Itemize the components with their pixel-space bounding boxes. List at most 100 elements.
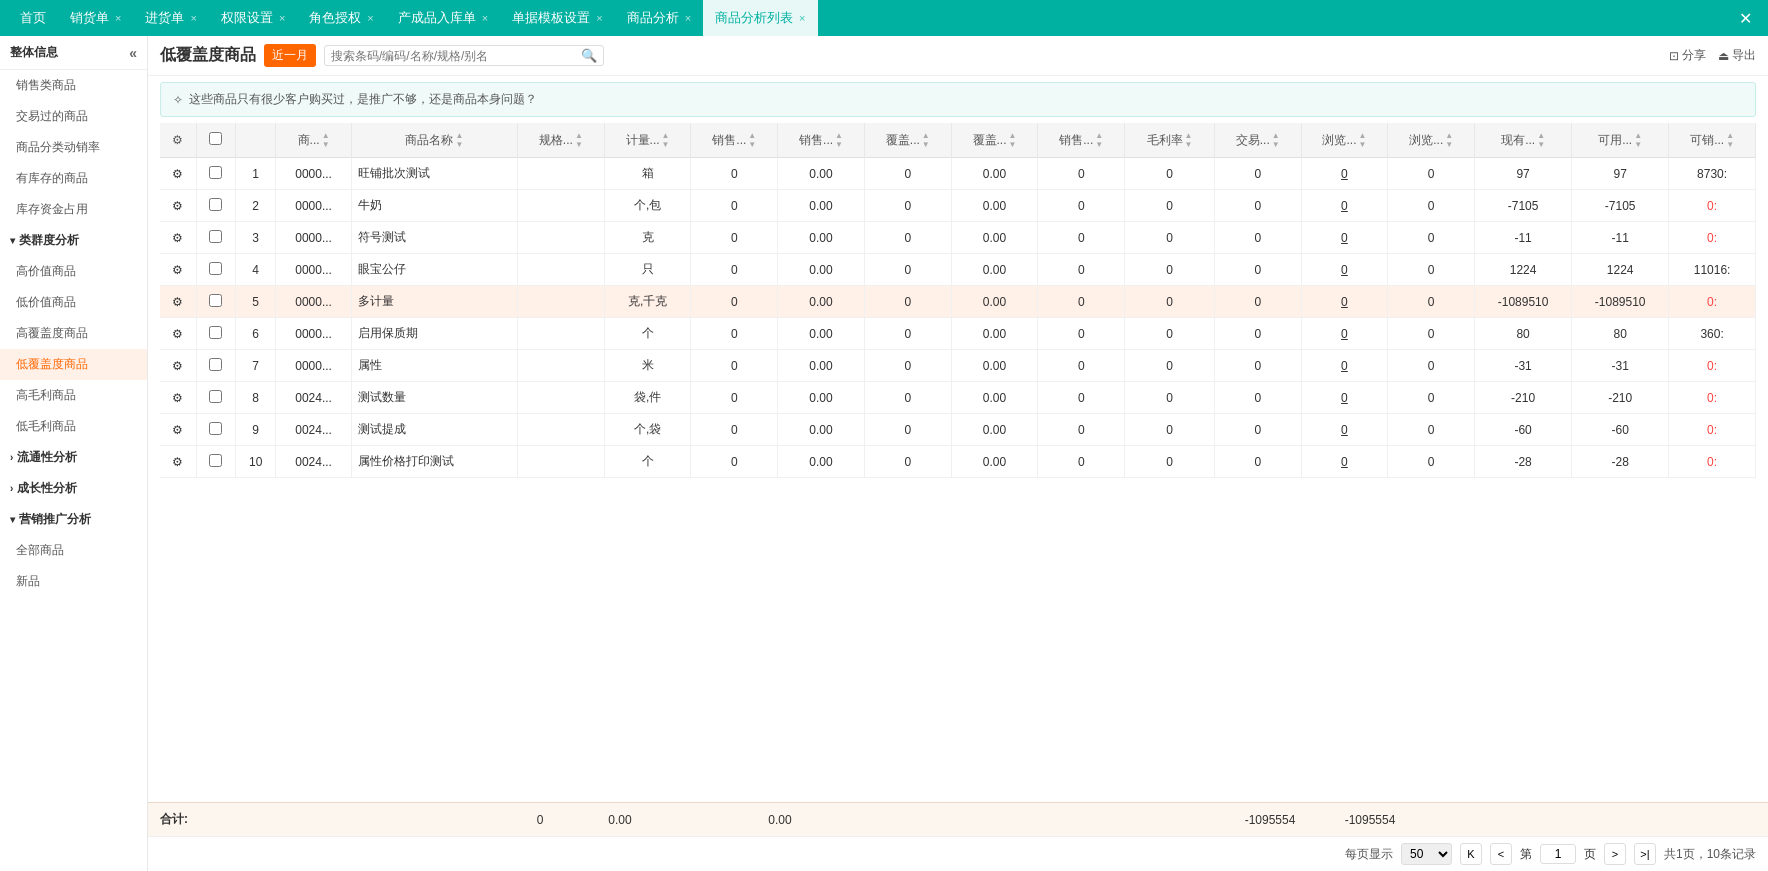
row-browse1[interactable]: 0 <box>1301 382 1388 414</box>
row-browse1[interactable]: 0 <box>1301 222 1388 254</box>
col-saleable-header[interactable]: 可销...▲▼ <box>1669 123 1756 158</box>
sidebar-item-new-goods[interactable]: 新品 <box>0 566 147 597</box>
row-name[interactable]: 符号测试 <box>351 222 517 254</box>
col-browse1-header[interactable]: 浏览...▲▼ <box>1301 123 1388 158</box>
col-settings[interactable]: ⚙ <box>160 123 196 158</box>
sidebar-item-traded-goods[interactable]: 交易过的商品 <box>0 101 147 132</box>
page-input[interactable] <box>1540 844 1576 864</box>
row-settings[interactable]: ⚙ <box>160 318 196 350</box>
row-checkbox[interactable] <box>196 286 236 318</box>
row-browse1[interactable]: 0 <box>1301 446 1388 478</box>
row-name[interactable]: 启用保质期 <box>351 318 517 350</box>
row-settings[interactable]: ⚙ <box>160 222 196 254</box>
nav-close-purchase[interactable]: × <box>190 0 196 36</box>
sidebar-item-high-coverage[interactable]: 高覆盖度商品 <box>0 318 147 349</box>
row-settings[interactable]: ⚙ <box>160 350 196 382</box>
sidebar-item-goods-category-rate[interactable]: 商品分类动销率 <box>0 132 147 163</box>
row-settings[interactable]: ⚙ <box>160 446 196 478</box>
nav-close-sales[interactable]: × <box>115 0 121 36</box>
row-browse1[interactable]: 0 <box>1301 318 1388 350</box>
sidebar-item-low-profit[interactable]: 低毛利商品 <box>0 411 147 442</box>
row-checkbox[interactable] <box>196 222 236 254</box>
nav-tab-role[interactable]: 角色授权 × <box>297 0 385 36</box>
first-page-button[interactable]: K <box>1460 843 1482 865</box>
row-checkbox[interactable] <box>196 350 236 382</box>
row-settings[interactable]: ⚙ <box>160 382 196 414</box>
sidebar-collapse-button[interactable]: « <box>129 45 137 61</box>
export-button[interactable]: ⏏ 导出 <box>1718 47 1756 64</box>
col-sales-amt-header[interactable]: 销售...▲▼ <box>778 123 865 158</box>
col-available-header[interactable]: 可用...▲▼ <box>1572 123 1669 158</box>
row-checkbox[interactable] <box>196 254 236 286</box>
share-button[interactable]: ⊡ 分享 <box>1669 47 1706 64</box>
row-name[interactable]: 属性 <box>351 350 517 382</box>
nav-close-analysis[interactable]: × <box>685 0 691 36</box>
col-cov2-header[interactable]: 覆盖...▲▼ <box>951 123 1038 158</box>
sidebar-item-low-coverage[interactable]: 低覆盖度商品 <box>0 349 147 380</box>
sidebar-group-marketing[interactable]: ▾ 营销推广分析 <box>0 504 147 535</box>
row-name[interactable]: 眼宝公仔 <box>351 254 517 286</box>
sidebar-item-high-value[interactable]: 高价值商品 <box>0 256 147 287</box>
row-name[interactable]: 测试数量 <box>351 382 517 414</box>
col-gross-header[interactable]: 毛利率▲▼ <box>1125 123 1215 158</box>
col-current-header[interactable]: 现有...▲▼ <box>1475 123 1572 158</box>
row-browse1[interactable]: 0 <box>1301 158 1388 190</box>
row-checkbox[interactable] <box>196 158 236 190</box>
row-checkbox[interactable] <box>196 446 236 478</box>
page-size-select[interactable]: 50 20 100 <box>1401 843 1452 865</box>
nav-close-product-in[interactable]: × <box>482 0 488 36</box>
col-sales-n-header[interactable]: 销售...▲▼ <box>1038 123 1125 158</box>
col-sales-qty-header[interactable]: 销售...▲▼ <box>691 123 778 158</box>
window-close-button[interactable]: ✕ <box>1730 3 1760 33</box>
row-browse1[interactable]: 0 <box>1301 350 1388 382</box>
sidebar-group-coverage[interactable]: ▾ 类群度分析 <box>0 225 147 256</box>
row-browse1[interactable]: 0 <box>1301 286 1388 318</box>
col-cov1-header[interactable]: 覆盖...▲▼ <box>864 123 951 158</box>
row-browse1[interactable]: 0 <box>1301 254 1388 286</box>
sidebar-item-sales-goods[interactable]: 销售类商品 <box>0 70 147 101</box>
time-filter-button[interactable]: 近一月 <box>264 44 316 67</box>
sidebar-item-stock-capital[interactable]: 库存资金占用 <box>0 194 147 225</box>
search-input[interactable] <box>331 49 581 63</box>
sidebar-group-flow[interactable]: › 流通性分析 <box>0 442 147 473</box>
nav-close-permission[interactable]: × <box>279 0 285 36</box>
row-settings[interactable]: ⚙ <box>160 286 196 318</box>
nav-close-role[interactable]: × <box>367 0 373 36</box>
sidebar-item-has-stock[interactable]: 有库存的商品 <box>0 163 147 194</box>
row-settings[interactable]: ⚙ <box>160 414 196 446</box>
prev-page-button[interactable]: < <box>1490 843 1512 865</box>
col-name-header[interactable]: 商品名称▲▼ <box>351 123 517 158</box>
row-browse1[interactable]: 0 <box>1301 414 1388 446</box>
row-name[interactable]: 测试提成 <box>351 414 517 446</box>
select-all-checkbox[interactable] <box>209 132 222 145</box>
nav-tab-template[interactable]: 单据模板设置 × <box>500 0 614 36</box>
col-browse2-header[interactable]: 浏览...▲▼ <box>1388 123 1475 158</box>
col-code-header[interactable]: 商...▲▼ <box>276 123 352 158</box>
row-name[interactable]: 牛奶 <box>351 190 517 222</box>
row-name[interactable]: 多计量 <box>351 286 517 318</box>
next-page-button[interactable]: > <box>1604 843 1626 865</box>
sidebar-item-low-value[interactable]: 低价值商品 <box>0 287 147 318</box>
row-checkbox[interactable] <box>196 382 236 414</box>
nav-tab-sales[interactable]: 销货单 × <box>58 0 133 36</box>
col-trade-header[interactable]: 交易...▲▼ <box>1214 123 1301 158</box>
nav-tab-permission[interactable]: 权限设置 × <box>209 0 297 36</box>
row-checkbox[interactable] <box>196 318 236 350</box>
nav-tab-product-in[interactable]: 产成品入库单 × <box>386 0 500 36</box>
nav-tab-analysis[interactable]: 商品分析 × <box>615 0 703 36</box>
col-unit-header[interactable]: 计量...▲▼ <box>604 123 691 158</box>
sidebar-item-all-goods[interactable]: 全部商品 <box>0 535 147 566</box>
row-checkbox[interactable] <box>196 190 236 222</box>
nav-tab-purchase[interactable]: 进货单 × <box>133 0 208 36</box>
row-browse1[interactable]: 0 <box>1301 190 1388 222</box>
col-spec-header[interactable]: 规格...▲▼ <box>517 123 604 158</box>
nav-tab-analysis-list[interactable]: 商品分析列表 × <box>703 0 817 36</box>
row-settings[interactable]: ⚙ <box>160 190 196 222</box>
row-checkbox[interactable] <box>196 414 236 446</box>
nav-close-analysis-list[interactable]: × <box>799 0 805 36</box>
nav-close-template[interactable]: × <box>596 0 602 36</box>
row-name[interactable]: 旺铺批次测试 <box>351 158 517 190</box>
nav-tab-home[interactable]: 首页 <box>8 0 58 36</box>
last-page-button[interactable]: >| <box>1634 843 1656 865</box>
row-settings[interactable]: ⚙ <box>160 158 196 190</box>
